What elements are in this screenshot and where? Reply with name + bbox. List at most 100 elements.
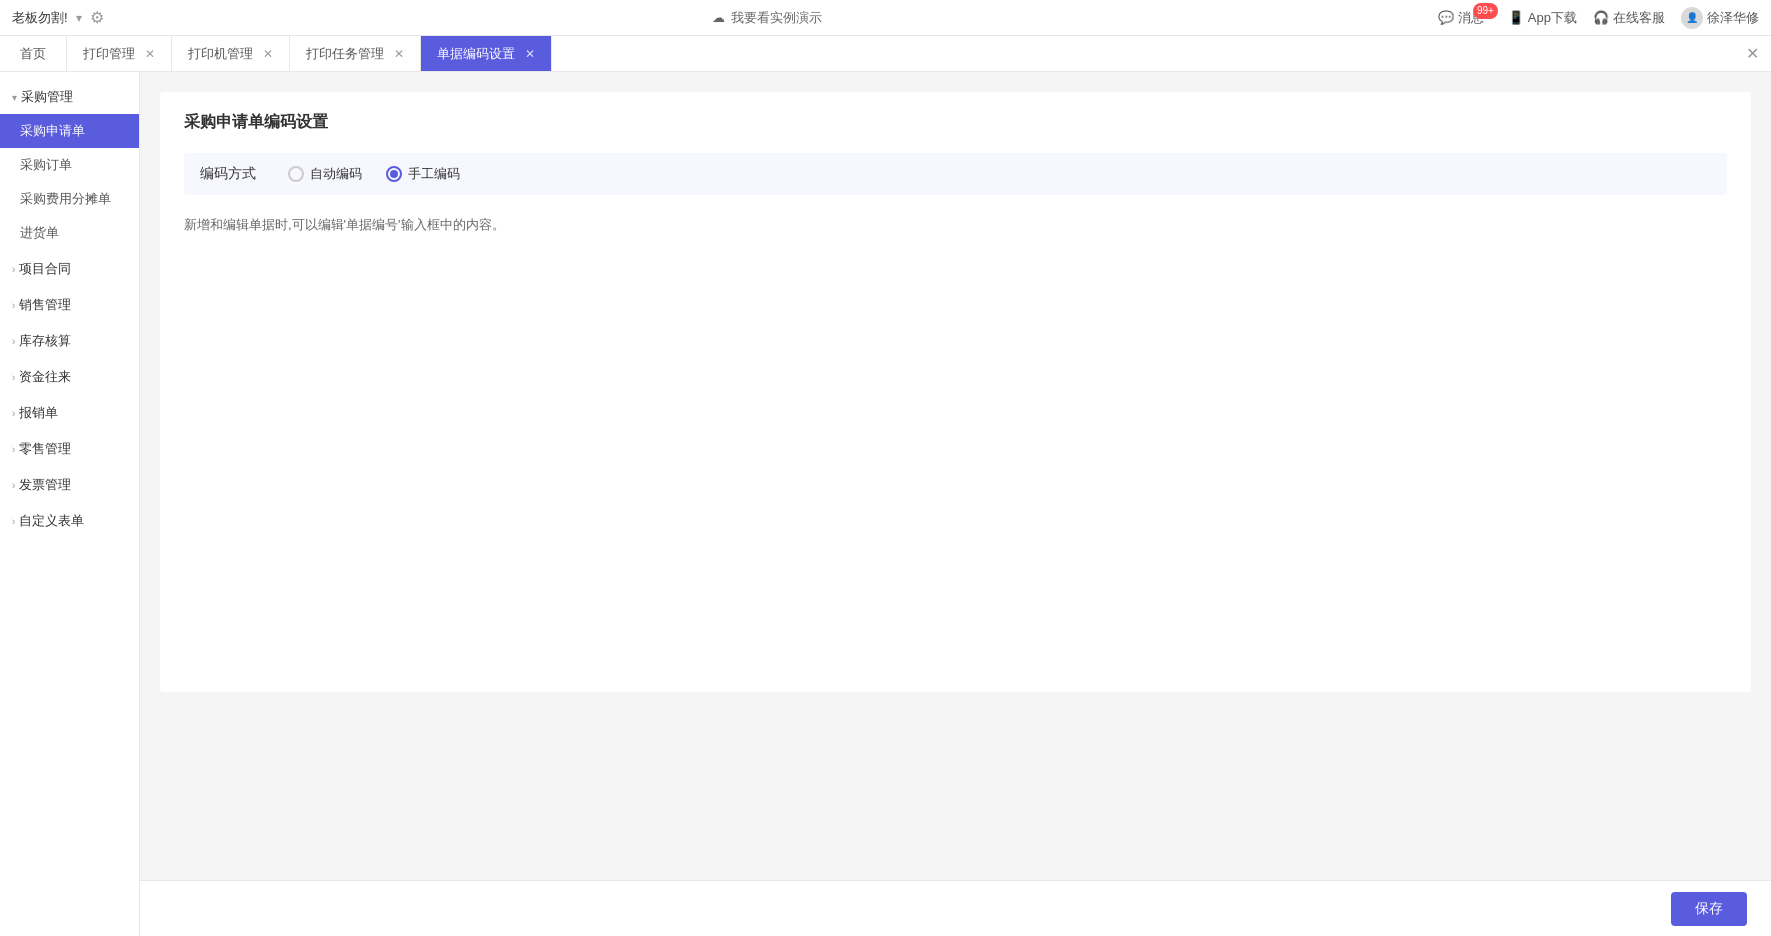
sidebar-group-inventory: › 库存核算 <box>0 324 139 358</box>
sidebar-group-custom-forms: › 自定义表单 <box>0 504 139 538</box>
sidebar-group-capital-label: 资金往来 <box>19 368 71 386</box>
service-label: 在线客服 <box>1613 9 1665 27</box>
sidebar-item-purchase-expense-label: 采购费用分摊单 <box>20 191 111 206</box>
avatar: 👤 <box>1681 7 1703 29</box>
headset-icon: 🎧 <box>1593 10 1609 25</box>
sidebar-group-retail: › 零售管理 <box>0 432 139 466</box>
top-bar: 老板勿割! ▾ ⚙ ☁ 我要看实例演示 💬 消息 99+ 📱 App下载 🎧 在… <box>0 0 1771 36</box>
dropdown-arrow-icon[interactable]: ▾ <box>76 11 82 25</box>
sidebar: ▾ 采购管理 采购申请单 采购订单 采购费用分摊单 进货单 › 项目合同 <box>0 72 140 936</box>
page-title: 采购申请单编码设置 <box>184 112 1727 133</box>
sidebar-item-purchase-expense[interactable]: 采购费用分摊单 <box>0 182 139 216</box>
sidebar-group-purchase: ▾ 采购管理 采购申请单 采购订单 采购费用分摊单 进货单 <box>0 80 139 250</box>
tab-bar: 首页 打印管理 ✕ 打印机管理 ✕ 打印任务管理 ✕ 单据编码设置 ✕ ✕ <box>0 36 1771 72</box>
main-layout: ▾ 采购管理 采购申请单 采购订单 采购费用分摊单 进货单 › 项目合同 <box>0 72 1771 936</box>
app-download-button[interactable]: 📱 App下载 <box>1508 9 1577 27</box>
content-area: 采购申请单编码设置 编码方式 自动编码 手工编码 <box>140 72 1771 936</box>
radio-group: 自动编码 手工编码 <box>288 165 460 183</box>
sidebar-group-inventory-label: 库存核算 <box>19 332 71 350</box>
tab-printer-mgmt[interactable]: 打印机管理 ✕ <box>172 36 290 71</box>
sidebar-group-custom-forms-label: 自定义表单 <box>19 512 84 530</box>
chevron-right-icon-6: › <box>12 444 15 455</box>
sidebar-group-inventory-header[interactable]: › 库存核算 <box>0 324 139 358</box>
sidebar-group-project-header[interactable]: › 项目合同 <box>0 252 139 286</box>
demo-link[interactable]: 我要看实例演示 <box>731 9 822 27</box>
tab-single-code-label: 单据编码设置 <box>437 45 515 63</box>
chevron-right-icon-4: › <box>12 372 15 383</box>
tab-print-mgmt-label: 打印管理 <box>83 45 135 63</box>
tab-print-mgmt[interactable]: 打印管理 ✕ <box>67 36 172 71</box>
save-button[interactable]: 保存 <box>1671 892 1747 926</box>
settings-icon[interactable]: ⚙ <box>90 8 104 27</box>
chat-icon: 💬 <box>1438 10 1454 25</box>
chevron-right-icon: › <box>12 264 15 275</box>
tab-bar-end: ✕ <box>1746 36 1771 71</box>
sidebar-item-purchase-receipt-label: 进货单 <box>20 225 59 240</box>
sidebar-group-sales-label: 销售管理 <box>19 296 71 314</box>
sidebar-item-purchase-order-label: 采购订单 <box>20 157 72 172</box>
sidebar-group-returns-header[interactable]: › 报销单 <box>0 396 139 430</box>
page-card: 采购申请单编码设置 编码方式 自动编码 手工编码 <box>160 92 1751 692</box>
encoding-label: 编码方式 <box>200 165 256 183</box>
tab-print-task-close[interactable]: ✕ <box>394 47 404 61</box>
tab-print-task[interactable]: 打印任务管理 ✕ <box>290 36 421 71</box>
tab-single-code-close[interactable]: ✕ <box>525 47 535 61</box>
radio-manual-encoding[interactable]: 手工编码 <box>386 165 460 183</box>
sidebar-group-purchase-label: 采购管理 <box>21 88 73 106</box>
message-button[interactable]: 💬 消息 99+ <box>1430 9 1492 27</box>
bottom-bar: 保存 <box>140 880 1771 936</box>
description-text: 新增和编辑单据时,可以编辑'单据编号'输入框中的内容。 <box>184 215 1727 236</box>
radio-manual-circle <box>386 166 402 182</box>
encoding-row: 编码方式 自动编码 手工编码 <box>184 153 1727 195</box>
radio-auto-circle <box>288 166 304 182</box>
tab-printer-mgmt-close[interactable]: ✕ <box>263 47 273 61</box>
sidebar-group-custom-forms-header[interactable]: › 自定义表单 <box>0 504 139 538</box>
chevron-right-icon-3: › <box>12 336 15 347</box>
sidebar-item-purchase-receipt[interactable]: 进货单 <box>0 216 139 250</box>
app-label: App下载 <box>1528 9 1577 27</box>
sidebar-group-purchase-header[interactable]: ▾ 采购管理 <box>0 80 139 114</box>
app-icon: 📱 <box>1508 10 1524 25</box>
sidebar-group-sales: › 销售管理 <box>0 288 139 322</box>
sidebar-group-project-label: 项目合同 <box>19 260 71 278</box>
content-inner: 采购申请单编码设置 编码方式 自动编码 手工编码 <box>140 72 1771 880</box>
message-badge: 99+ <box>1473 3 1498 19</box>
top-bar-left: 老板勿割! ▾ ⚙ <box>12 8 104 27</box>
top-bar-right: 💬 消息 99+ 📱 App下载 🎧 在线客服 👤 徐泽华修 <box>1430 7 1759 29</box>
tab-printer-mgmt-label: 打印机管理 <box>188 45 253 63</box>
chevron-right-icon-8: › <box>12 516 15 527</box>
top-bar-center: ☁ 我要看实例演示 <box>712 9 822 27</box>
sidebar-group-invoice-label: 发票管理 <box>19 476 71 494</box>
sidebar-group-returns: › 报销单 <box>0 396 139 430</box>
sidebar-group-sales-header[interactable]: › 销售管理 <box>0 288 139 322</box>
sidebar-group-capital-header[interactable]: › 资金往来 <box>0 360 139 394</box>
tab-print-task-label: 打印任务管理 <box>306 45 384 63</box>
tab-single-code[interactable]: 单据编码设置 ✕ <box>421 36 552 71</box>
sidebar-item-purchase-order[interactable]: 采购订单 <box>0 148 139 182</box>
user-info[interactable]: 👤 徐泽华修 <box>1681 7 1759 29</box>
sidebar-group-invoice-header[interactable]: › 发票管理 <box>0 468 139 502</box>
radio-auto-label: 自动编码 <box>310 165 362 183</box>
sidebar-group-capital: › 资金往来 <box>0 360 139 394</box>
sidebar-group-project: › 项目合同 <box>0 252 139 286</box>
tab-print-mgmt-close[interactable]: ✕ <box>145 47 155 61</box>
logo-text: 老板勿割! <box>12 9 68 27</box>
sidebar-group-returns-label: 报销单 <box>19 404 58 422</box>
tab-home[interactable]: 首页 <box>0 36 67 71</box>
chevron-down-icon: ▾ <box>12 92 17 103</box>
chevron-right-icon-2: › <box>12 300 15 311</box>
radio-manual-label: 手工编码 <box>408 165 460 183</box>
window-close-icon[interactable]: ✕ <box>1746 44 1759 63</box>
sidebar-group-invoice: › 发票管理 <box>0 468 139 502</box>
tab-home-label: 首页 <box>20 45 46 63</box>
online-service-button[interactable]: 🎧 在线客服 <box>1593 9 1665 27</box>
sidebar-group-retail-header[interactable]: › 零售管理 <box>0 432 139 466</box>
sidebar-group-retail-label: 零售管理 <box>19 440 71 458</box>
radio-auto-encoding[interactable]: 自动编码 <box>288 165 362 183</box>
user-name: 徐泽华修 <box>1707 9 1759 27</box>
chevron-right-icon-5: › <box>12 408 15 419</box>
cloud-icon: ☁ <box>712 10 725 25</box>
chevron-right-icon-7: › <box>12 480 15 491</box>
sidebar-item-purchase-request-label: 采购申请单 <box>20 123 85 138</box>
sidebar-item-purchase-request[interactable]: 采购申请单 <box>0 114 139 148</box>
